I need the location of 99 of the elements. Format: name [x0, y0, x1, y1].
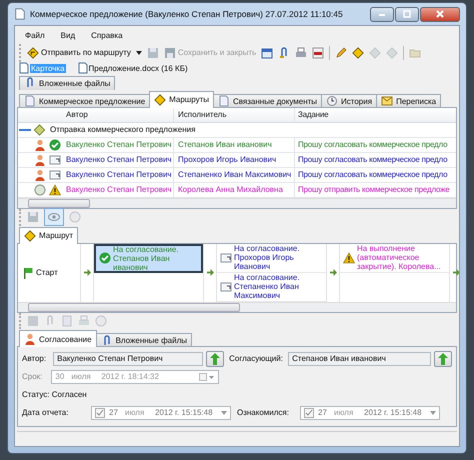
up-arrow-icon	[210, 352, 220, 364]
window-title: Коммерческое предложение (Вакуленко Степан Петрович) 27.07.2012 11:10:45	[30, 9, 343, 19]
group-label: Отправка коммерческого предложения	[49, 125, 196, 134]
route-sign-icon	[27, 46, 39, 59]
person-icon	[24, 333, 36, 345]
close-icon	[435, 10, 445, 18]
up-arrow-icon	[438, 352, 448, 364]
pencil-icon[interactable]	[335, 46, 348, 59]
document-icon	[48, 168, 60, 181]
table-cell-text: Прошу согласовать коммерческое предло	[297, 169, 448, 182]
maximize-button[interactable]	[395, 6, 419, 22]
tab[interactable]: Согласование	[19, 330, 97, 347]
send-route-button[interactable]: Отправить по маршруту	[27, 46, 142, 59]
folder-icon[interactable]	[409, 46, 422, 59]
horizontal-scrollbar[interactable]	[18, 198, 456, 208]
document-icon	[14, 8, 26, 20]
menu-item[interactable]: Справка	[91, 30, 123, 40]
printer-icon[interactable]	[295, 46, 308, 59]
table-cell: Вакуленко Степан Петрович	[62, 182, 174, 197]
document-icon	[220, 280, 232, 293]
document-icon	[19, 62, 29, 74]
calendar-icon[interactable]	[261, 46, 274, 59]
warning-icon	[48, 184, 60, 196]
field-label: Срок:	[22, 372, 42, 381]
caret-icon[interactable]	[430, 410, 436, 414]
tab[interactable]: Маршрут	[19, 226, 78, 244]
arrow-icon	[452, 269, 459, 276]
table-cell: Степанов Иван иванович	[174, 138, 295, 152]
tab[interactable]: Вложенные файлы	[96, 333, 192, 347]
document-icon	[48, 154, 60, 166]
field-label: Дата отчета:	[22, 408, 70, 417]
table-cell: Вакуленко Степан Петрович	[62, 152, 174, 167]
check-icon	[48, 138, 60, 151]
close-button[interactable]	[420, 6, 460, 22]
menu-item[interactable]: Вид	[60, 30, 76, 40]
document-tab[interactable]: Предложение.docx (16 КБ)	[78, 62, 188, 74]
route-step[interactable]: На выполнение (автоматическое закрытие). Королева...	[340, 244, 449, 273]
eye-icon	[48, 211, 60, 224]
table-cell: Вакуленко Степан Петрович	[62, 138, 174, 152]
column-header[interactable]: Автор	[62, 108, 174, 122]
field-label: Автор:	[22, 354, 46, 363]
report-date-field[interactable]: 27 июля 2012 г. 15:15:48	[91, 406, 231, 420]
pdf-icon[interactable]	[312, 46, 324, 59]
document-icon	[78, 62, 88, 74]
arrow-icon	[84, 269, 90, 276]
read-date-field[interactable]: 27 июля 2012 г. 15:15:48	[300, 406, 440, 420]
author-field[interactable]: Вакуленко Степан Петрович	[53, 352, 204, 366]
route-sign-icon[interactable]	[352, 46, 364, 59]
status-text: Статус: Согласен	[22, 390, 87, 399]
minimize-icon	[377, 11, 387, 17]
caret-icon[interactable]	[221, 410, 227, 414]
column-header[interactable]: Исполнитель	[174, 108, 295, 122]
person-icon	[34, 138, 46, 151]
arrow-icon	[330, 269, 336, 276]
up-arrow-button[interactable]	[206, 350, 224, 366]
horizontal-scrollbar[interactable]	[18, 302, 456, 312]
menu-item[interactable]: Файл	[25, 30, 45, 40]
approver-field[interactable]: Степанов Иван иванович	[288, 352, 431, 366]
caret-icon	[136, 50, 142, 55]
table-cell: Прохоров Игорь Иванович	[174, 152, 295, 167]
check-icon	[99, 252, 111, 264]
checkbox[interactable]	[95, 408, 105, 418]
minimize-button[interactable]	[370, 6, 394, 22]
envelope-icon	[381, 95, 394, 108]
table-cell-text: Прошу отправить коммерческое предложе	[297, 184, 451, 196]
save-icon[interactable]	[27, 314, 39, 327]
save-icon[interactable]	[27, 211, 39, 224]
tab[interactable]: Маршруты	[149, 90, 214, 108]
warning-icon	[343, 252, 355, 264]
field-label: Ознакомился:	[237, 408, 290, 417]
table-cell: Степаненко Иван Максимович	[174, 168, 295, 182]
route-step[interactable]: На согласование. Прохоров Игорь Иванович	[217, 244, 326, 273]
save-icon	[164, 46, 176, 59]
arrow-icon	[206, 269, 214, 276]
checkbox[interactable]	[304, 408, 314, 418]
document-icon	[220, 252, 232, 264]
table-cell-text: Прошу согласовать коммерческое предло	[297, 154, 448, 166]
tab[interactable]: Вложенные файлы	[19, 76, 116, 90]
start-label: Старт	[36, 268, 58, 278]
person-icon	[34, 154, 46, 166]
tab[interactable]: Переписка	[376, 94, 442, 108]
save-icon[interactable]	[146, 46, 159, 59]
person-icon	[34, 168, 46, 181]
flag-icon	[22, 266, 34, 279]
eye-button[interactable]	[44, 208, 64, 226]
tab[interactable]: Коммерческое предложение	[19, 94, 150, 108]
column-header[interactable]: Задание	[295, 108, 456, 122]
document-icon	[24, 95, 36, 108]
table-cell-text: Прошу согласовать коммерческое предло	[297, 139, 448, 152]
document-icon[interactable]	[61, 314, 73, 327]
tab[interactable]: История	[321, 94, 378, 108]
table-cell: Королева Анна Михайловна	[174, 182, 295, 197]
field-label: Согласующий:	[229, 354, 284, 363]
table-cell: Вакуленко Степан Петрович	[62, 168, 174, 182]
printer-icon[interactable]	[78, 314, 90, 327]
tab[interactable]: Связанные документы	[212, 94, 322, 108]
maximize-icon	[402, 10, 412, 18]
up-arrow-button[interactable]	[434, 350, 452, 366]
route-sign-icon	[24, 230, 36, 242]
